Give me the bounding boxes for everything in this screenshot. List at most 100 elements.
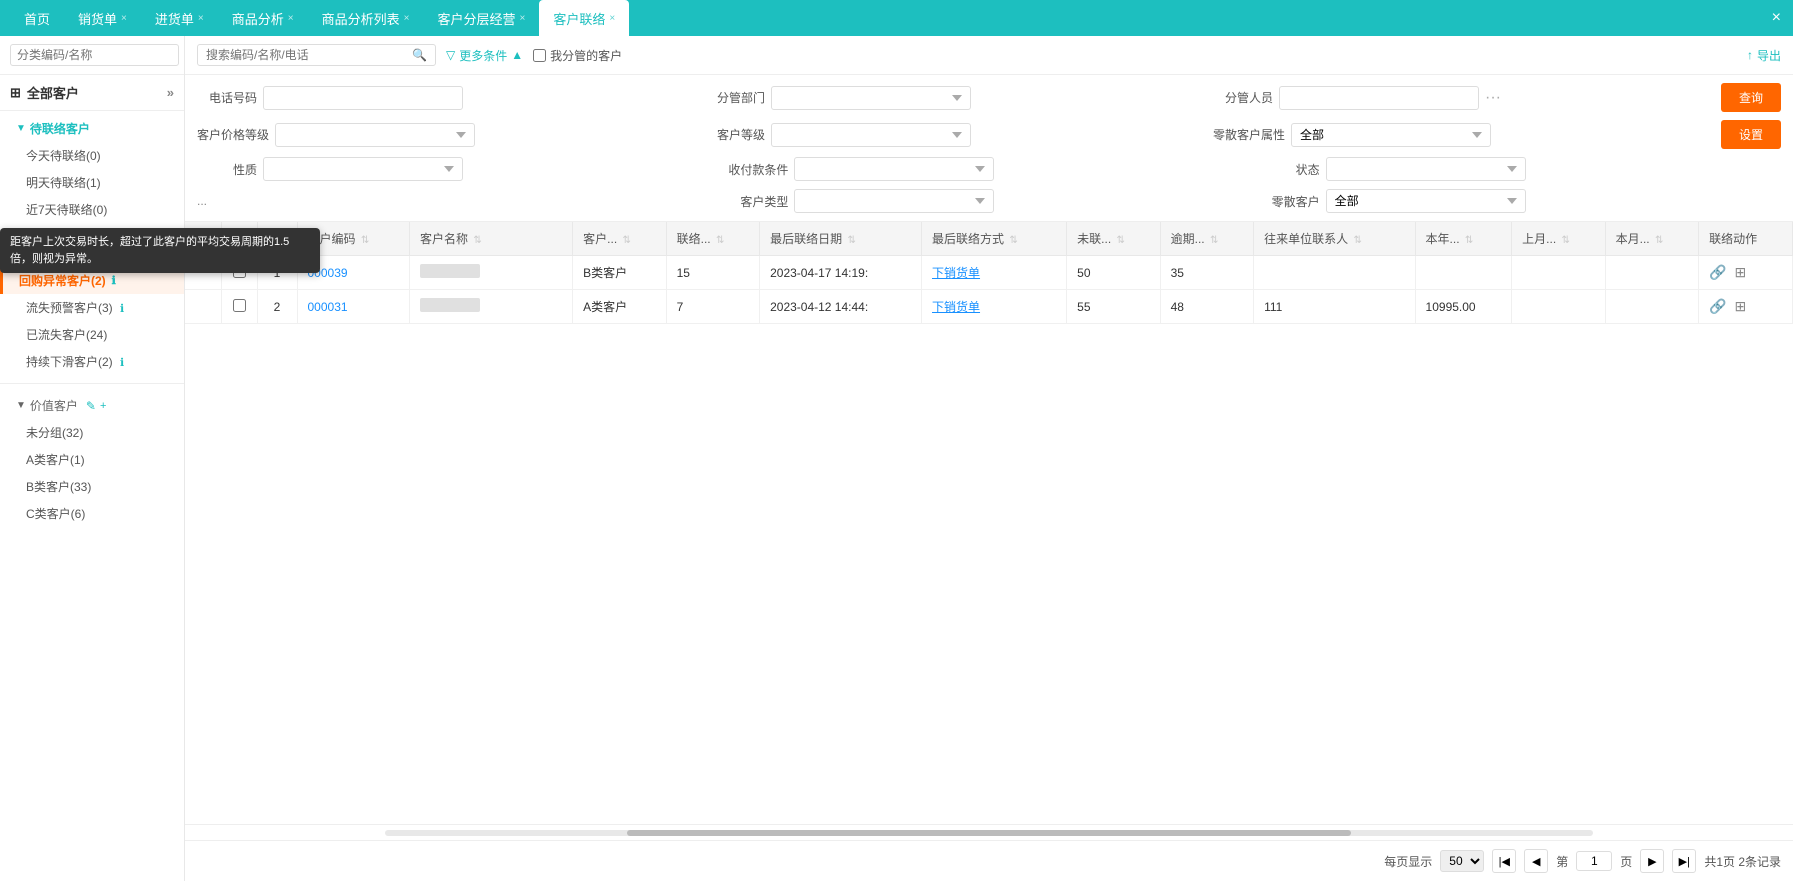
- dept-select[interactable]: [771, 86, 971, 110]
- row2-action-icons: 🔗 ⊞: [1709, 298, 1782, 315]
- col-header-last-contact-date[interactable]: 最后联络日期 ⇅: [760, 222, 922, 256]
- row1-link-icon[interactable]: 🔗: [1709, 264, 1726, 281]
- nav-product-analysis[interactable]: 商品分析 ×: [218, 0, 308, 36]
- toolbar-search-input[interactable]: [206, 48, 406, 62]
- col-header-this-month[interactable]: 本月... ⇅: [1605, 222, 1698, 256]
- row2-last-date: 2023-04-12 14:44:: [760, 290, 922, 324]
- row1-grid-icon[interactable]: ⊞: [1735, 264, 1747, 281]
- close-product-analysis-list-icon[interactable]: ×: [404, 13, 410, 24]
- export-button[interactable]: ↑ 导出: [1747, 47, 1781, 64]
- nature-select[interactable]: [263, 157, 463, 181]
- edit-icon[interactable]: ✎: [86, 399, 96, 413]
- sidebar-search-input[interactable]: [10, 44, 179, 66]
- pending-contact-title[interactable]: ▼ 待联络客户: [0, 115, 184, 142]
- scrollbar-track[interactable]: [385, 830, 1593, 836]
- row2-select-checkbox[interactable]: [233, 299, 246, 312]
- all-customers-header[interactable]: ⊞ 全部客户 »: [0, 75, 184, 111]
- more-filters-button[interactable]: ▽ 更多条件 ▲: [446, 47, 523, 64]
- close-sales-order-icon[interactable]: ×: [121, 13, 127, 24]
- last-page-button[interactable]: ▶|: [1672, 849, 1696, 873]
- sidebar-item-b-class[interactable]: B类客户(33): [0, 473, 184, 500]
- row2-checkbox[interactable]: [221, 290, 257, 324]
- valuable-customers-title[interactable]: ▼ 价值客户 ✎ +: [0, 392, 184, 419]
- sidebar-item-7days[interactable]: 近7天待联络(0): [0, 196, 184, 223]
- sort-overdue-icon[interactable]: ⇅: [1210, 235, 1218, 246]
- sort-name-icon[interactable]: ⇅: [473, 235, 481, 246]
- close-all-tabs-button[interactable]: ×: [1772, 9, 1781, 27]
- sidebar-item-ungrouped[interactable]: 未分组(32): [0, 419, 184, 446]
- toolbar-search-icon[interactable]: 🔍: [412, 48, 427, 62]
- per-page-label: 每页显示: [1384, 853, 1432, 870]
- col-header-last-month[interactable]: 上月... ⇅: [1512, 222, 1605, 256]
- col-header-unit-contact[interactable]: 往来单位联系人 ⇅: [1254, 222, 1415, 256]
- grid-icon: ⊞: [10, 85, 21, 101]
- row2-last-method[interactable]: 下销货单: [922, 290, 1067, 324]
- query-button[interactable]: 查询: [1721, 83, 1781, 112]
- next-page-button[interactable]: ▶: [1640, 849, 1664, 873]
- row2-code[interactable]: 000031: [297, 290, 410, 324]
- row2-grid-icon[interactable]: ⊞: [1735, 298, 1747, 315]
- sort-date-icon[interactable]: ⇅: [847, 235, 855, 246]
- col-header-contact[interactable]: 联络... ⇅: [666, 222, 759, 256]
- per-page-select[interactable]: 50: [1440, 850, 1484, 872]
- nav-sales-order[interactable]: 销货单 ×: [64, 0, 141, 36]
- my-customers-checkbox[interactable]: [533, 49, 546, 62]
- add-icon[interactable]: +: [100, 400, 106, 412]
- sort-unread-icon[interactable]: ⇅: [1117, 235, 1125, 246]
- tooltip-overlay: 距客户上次交易时长，超过了此客户的平均交易周期的1.5倍，则视为异常。: [0, 228, 320, 273]
- customer-type-select[interactable]: [794, 189, 994, 213]
- close-product-analysis-icon[interactable]: ×: [288, 13, 294, 24]
- col-header-this-year[interactable]: 本年... ⇅: [1415, 222, 1512, 256]
- col-header-overdue[interactable]: 逾期... ⇅: [1160, 222, 1253, 256]
- first-page-button[interactable]: |◀: [1492, 849, 1516, 873]
- nav-purchase-order[interactable]: 进货单 ×: [141, 0, 218, 36]
- sidebar-item-a-class[interactable]: A类客户(1): [0, 446, 184, 473]
- close-purchase-order-icon[interactable]: ×: [198, 13, 204, 24]
- col-header-last-contact-method[interactable]: 最后联络方式 ⇅: [922, 222, 1067, 256]
- sort-contact-icon[interactable]: ⇅: [716, 235, 724, 246]
- sort-month-icon[interactable]: ⇅: [1655, 235, 1663, 246]
- prev-page-button[interactable]: ◀: [1524, 849, 1548, 873]
- sort-unit-icon[interactable]: ⇅: [1353, 235, 1361, 246]
- filter-manager: 分管人员 ···: [1213, 86, 1711, 110]
- sort-method-icon[interactable]: ⇅: [1009, 235, 1017, 246]
- scrollbar-thumb[interactable]: [627, 830, 1352, 836]
- col-header-name[interactable]: 客户名称 ⇅: [410, 222, 573, 256]
- close-customer-contact-icon[interactable]: ×: [609, 13, 615, 24]
- horizontal-scrollbar-area[interactable]: [185, 824, 1793, 840]
- retail-attr-select[interactable]: 全部: [1291, 123, 1491, 147]
- nav-customer-contact[interactable]: 客户联络 ×: [539, 0, 629, 36]
- status-select[interactable]: [1326, 157, 1526, 181]
- row1-last-method[interactable]: 下销货单: [922, 256, 1067, 290]
- sidebar-collapse-icon[interactable]: »: [167, 85, 174, 100]
- filter-more-icon[interactable]: ...: [197, 194, 207, 208]
- sidebar-item-today[interactable]: 今天待联络(0): [0, 142, 184, 169]
- phone-input[interactable]: [263, 86, 463, 110]
- sort-type-icon[interactable]: ⇅: [623, 235, 631, 246]
- sidebar-item-tomorrow[interactable]: 明天待联络(1): [0, 169, 184, 196]
- sort-lastmonth-icon[interactable]: ⇅: [1562, 235, 1570, 246]
- page-number-input[interactable]: [1576, 851, 1612, 871]
- settings-button[interactable]: 设置: [1721, 120, 1781, 149]
- sidebar-item-loss-warning[interactable]: 流失预警客户(3) ℹ: [0, 294, 184, 321]
- col-header-type[interactable]: 客户... ⇅: [573, 222, 666, 256]
- nav-customer-tier[interactable]: 客户分层经营 ×: [423, 0, 539, 36]
- table-header-row: ⚙ 客户编码 ⇅ 客户名称 ⇅ 客户... ⇅: [185, 222, 1793, 256]
- row2-link-icon[interactable]: 🔗: [1709, 298, 1726, 315]
- manager-input[interactable]: [1279, 86, 1479, 110]
- my-customers-checkbox-label[interactable]: 我分管的客户: [533, 47, 622, 64]
- close-customer-tier-icon[interactable]: ×: [519, 13, 525, 24]
- manager-more-icon[interactable]: ···: [1485, 89, 1501, 107]
- sidebar-item-c-class[interactable]: C类客户(6): [0, 500, 184, 527]
- sort-year-icon[interactable]: ⇅: [1465, 235, 1473, 246]
- customer-grade-select[interactable]: [771, 123, 971, 147]
- payment-select[interactable]: [794, 157, 994, 181]
- sidebar-item-lost[interactable]: 已流失客户(24): [0, 321, 184, 348]
- col-header-unread[interactable]: 未联... ⇅: [1067, 222, 1160, 256]
- nav-home[interactable]: 首页: [10, 0, 64, 36]
- sidebar-item-declining[interactable]: 持续下滑客户(2) ℹ: [0, 348, 184, 375]
- nav-product-analysis-list[interactable]: 商品分析列表 ×: [308, 0, 424, 36]
- retail-customer-select[interactable]: 全部: [1326, 189, 1526, 213]
- sort-code-icon[interactable]: ⇅: [361, 235, 369, 246]
- price-level-select[interactable]: [275, 123, 475, 147]
